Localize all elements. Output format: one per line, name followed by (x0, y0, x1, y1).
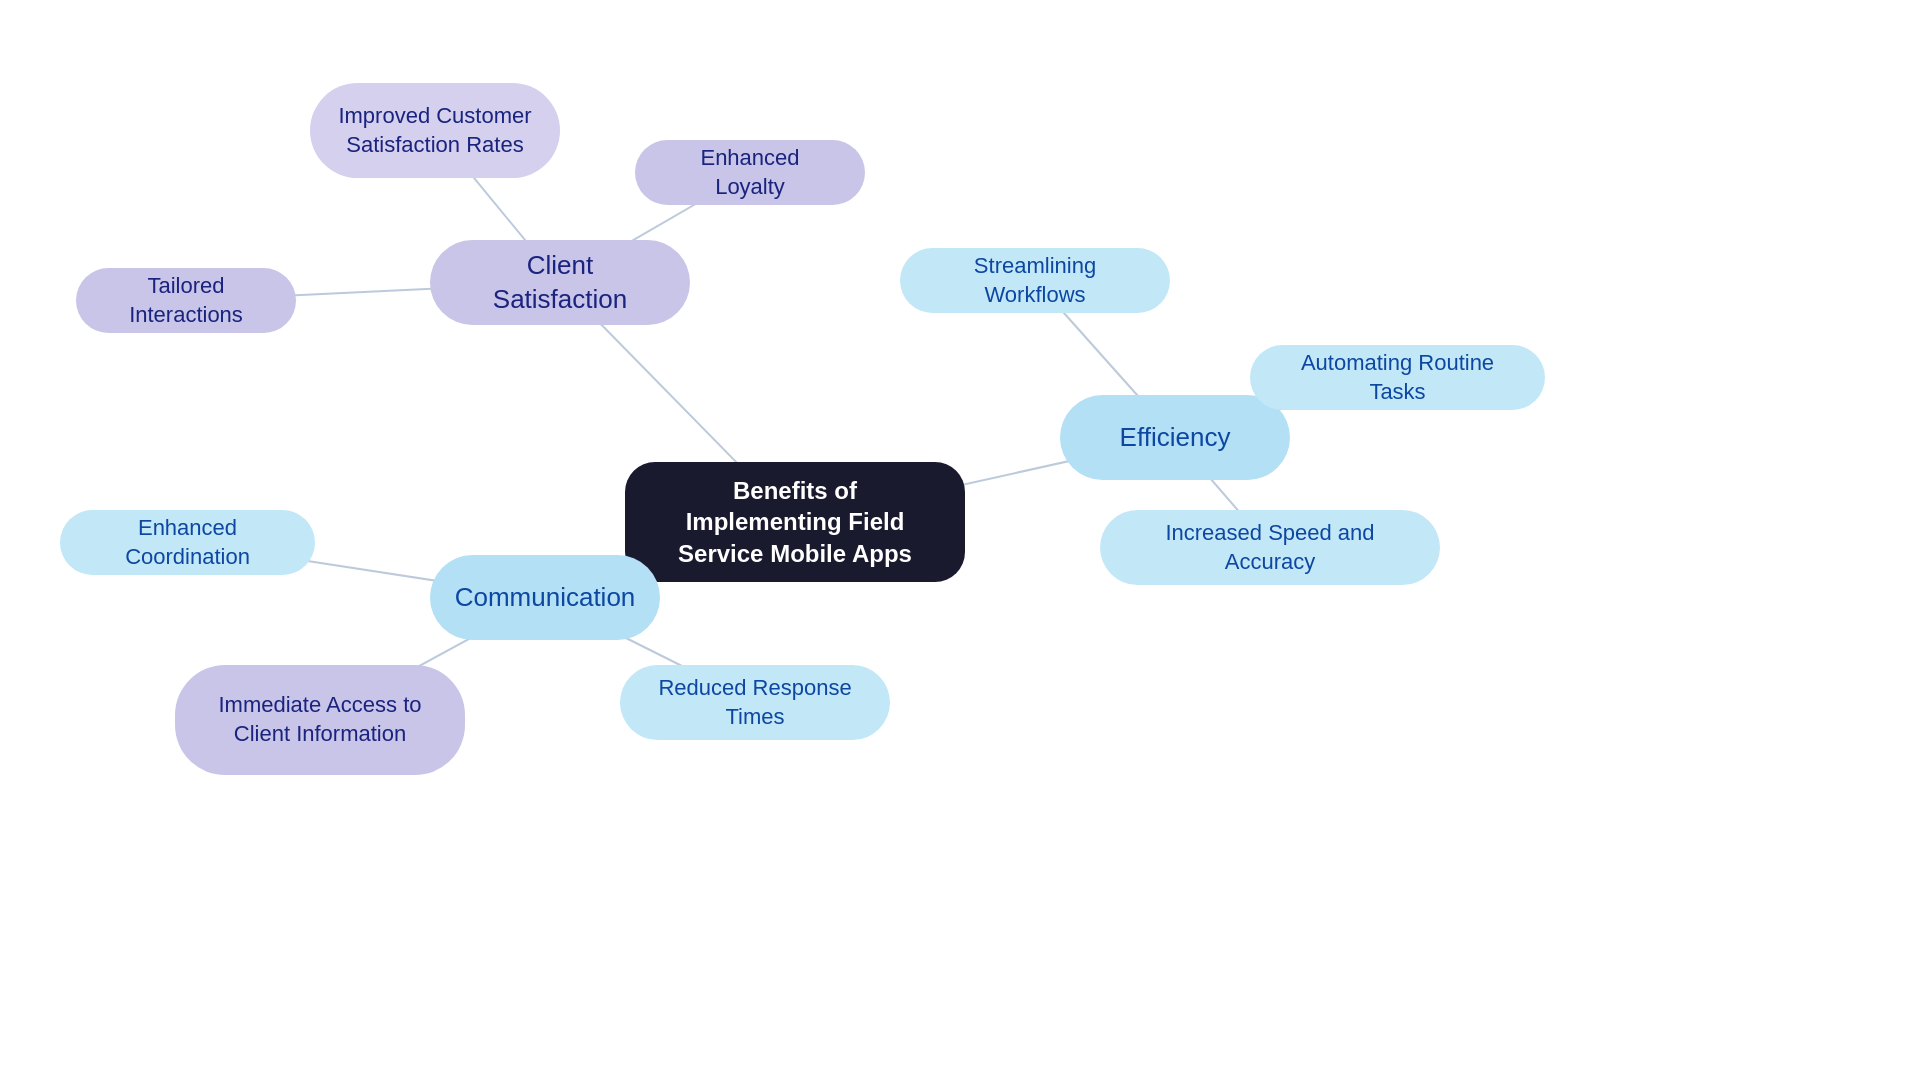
client-satisfaction-node: Client Satisfaction (430, 240, 690, 325)
center-label: Benefits of Implementing Field Service M… (653, 475, 937, 569)
client-satisfaction-label: Client Satisfaction (458, 249, 662, 317)
reduced-response-label: Reduced Response Times (648, 674, 862, 731)
immediate-access-node: Immediate Access to Client Information (175, 665, 465, 775)
improved-customer-node: Improved Customer Satisfaction Rates (310, 83, 560, 178)
enhanced-coordination-label: Enhanced Coordination (88, 514, 287, 571)
streamlining-workflows-node: Streamlining Workflows (900, 248, 1170, 313)
enhanced-loyalty-label: Enhanced Loyalty (663, 144, 837, 201)
efficiency-label: Efficiency (1120, 421, 1231, 455)
tailored-interactions-label: Tailored Interactions (104, 272, 268, 329)
immediate-access-label: Immediate Access to Client Information (203, 691, 437, 748)
reduced-response-node: Reduced Response Times (620, 665, 890, 740)
efficiency-node: Efficiency (1060, 395, 1290, 480)
communication-label: Communication (455, 581, 636, 615)
increased-speed-node: Increased Speed and Accuracy (1100, 510, 1440, 585)
center-node: Benefits of Implementing Field Service M… (625, 462, 965, 582)
tailored-interactions-node: Tailored Interactions (76, 268, 296, 333)
automating-routine-label: Automating Routine Tasks (1278, 349, 1517, 406)
enhanced-loyalty-node: Enhanced Loyalty (635, 140, 865, 205)
enhanced-coordination-node: Enhanced Coordination (60, 510, 315, 575)
communication-node: Communication (430, 555, 660, 640)
increased-speed-label: Increased Speed and Accuracy (1128, 519, 1412, 576)
improved-customer-label: Improved Customer Satisfaction Rates (338, 102, 532, 159)
automating-routine-node: Automating Routine Tasks (1250, 345, 1545, 410)
streamlining-workflows-label: Streamlining Workflows (928, 252, 1142, 309)
